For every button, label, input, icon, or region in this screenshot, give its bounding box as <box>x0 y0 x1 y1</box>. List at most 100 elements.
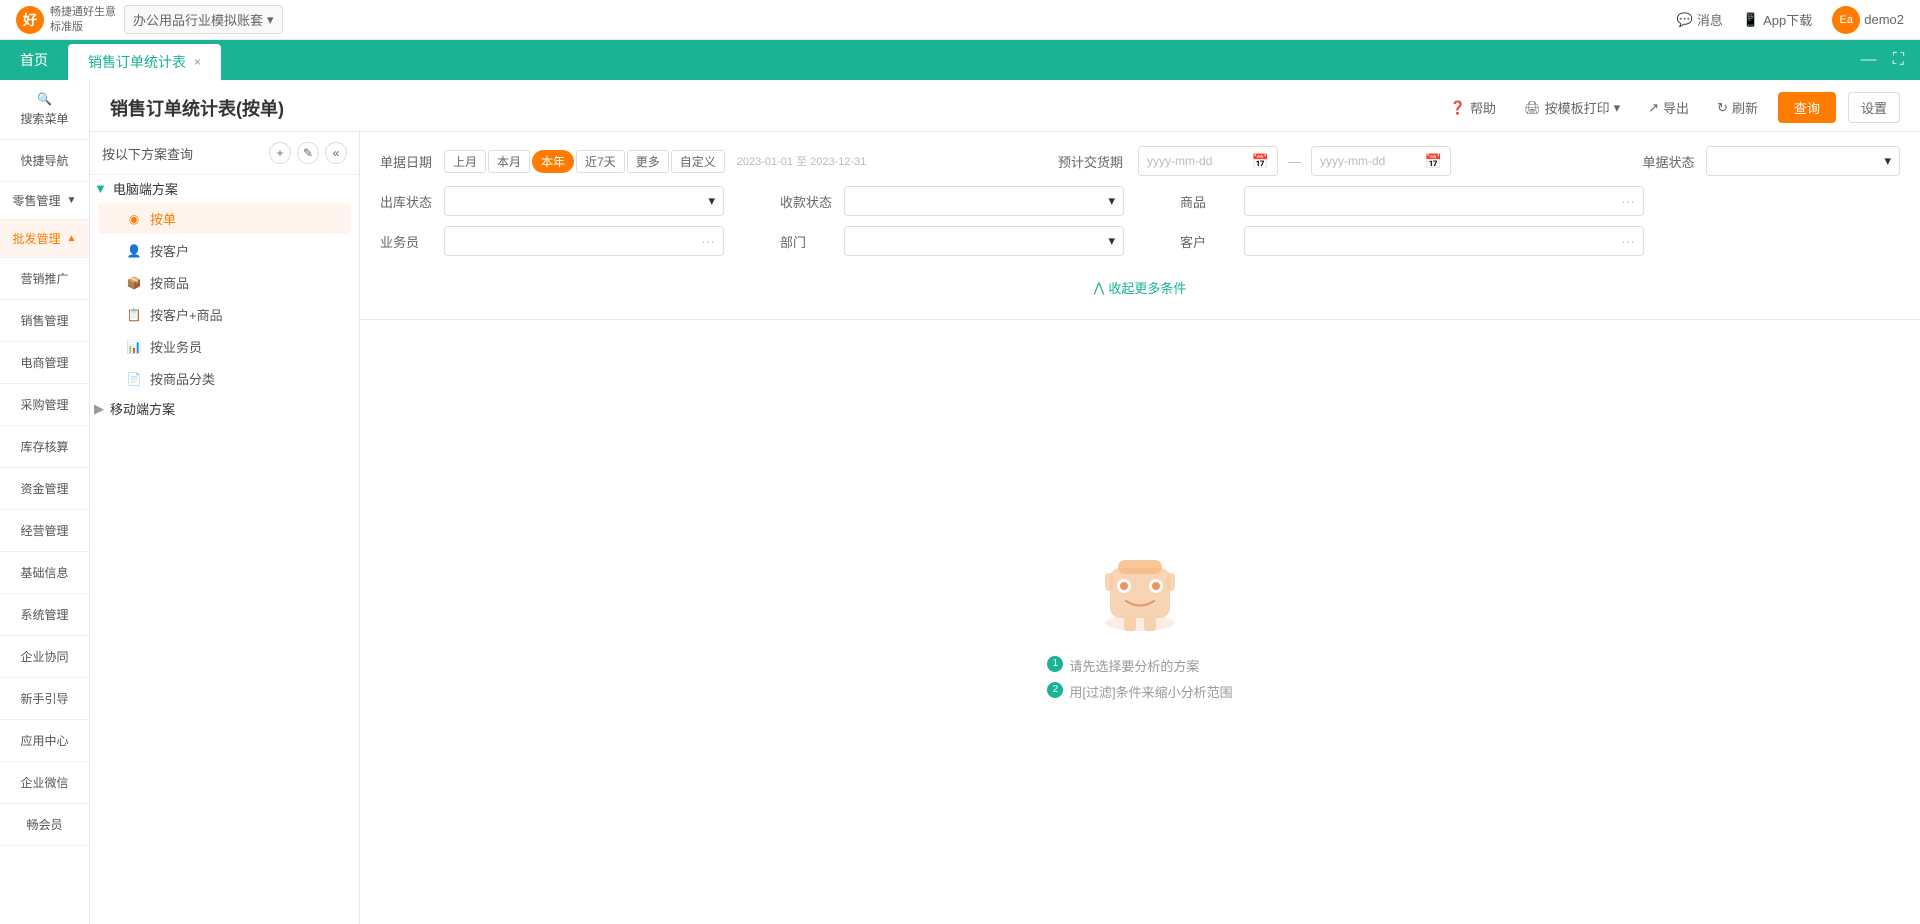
salesman-more-icon[interactable]: ··· <box>701 233 715 249</box>
scheme-item-by-order[interactable]: ◉ 按单 <box>98 203 351 234</box>
scheme-item-by-salesman[interactable]: 📊 按业务员 <box>98 331 351 362</box>
last-month-btn[interactable]: 上月 <box>444 150 486 173</box>
collection-status-select[interactable]: ▾ <box>844 186 1124 216</box>
chevron-down-icon-status: ▾ <box>1884 153 1891 169</box>
empty-state: 1 请先选择要分析的方案 2 用[过滤]条件来缩小分析范围 <box>1047 538 1232 706</box>
top-bar-left: 好 畅捷通好生意 标准版 办公用品行业模拟账套 ▾ <box>16 5 283 34</box>
out-status-label: 出库状态 <box>380 192 436 211</box>
sidebar-item-marketing[interactable]: 营销推广 <box>0 258 89 300</box>
scheme-item-by-customer-goods[interactable]: 📋 按客户+商品 <box>98 299 351 330</box>
sidebar-item-finance[interactable]: 资金管理 <box>0 468 89 510</box>
filter-area: 单据日期 上月 本月 本年 近7天 更多 自定义 2023-01-01 至 20… <box>360 132 1920 320</box>
result-area: 1 请先选择要分析的方案 2 用[过滤]条件来缩小分析范围 <box>360 320 1920 924</box>
print-button[interactable]: 🖨 按模板打印 ▾ <box>1516 94 1628 121</box>
filter-row-2: 出库状态 ▾ 收款状态 ▾ 商品 <box>380 186 1900 216</box>
scheme-header-icons: + ✎ « <box>269 142 347 164</box>
top-bar: 好 畅捷通好生意 标准版 办公用品行业模拟账套 ▾ 💬 消息 📱 App下载 E… <box>0 0 1920 40</box>
tab-close-icon[interactable]: × <box>194 55 201 69</box>
logo-area: 好 畅捷通好生意 标准版 <box>16 5 116 34</box>
expected-date-start[interactable]: yyyy-mm-dd 📅 <box>1138 146 1278 176</box>
tip-item-2: 2 用[过滤]条件来缩小分析范围 <box>1047 680 1232 706</box>
sidebar-search[interactable]: 🔍 搜索菜单 <box>0 80 89 140</box>
goods-select[interactable]: ··· <box>1244 186 1644 216</box>
settings-button[interactable]: 设置 <box>1848 92 1900 123</box>
logo-icon: 好 <box>16 6 44 34</box>
chevron-down-icon: ▾ <box>1614 100 1621 116</box>
doc-status-label: 单据状态 <box>1642 152 1698 171</box>
date-range-sub: 2023-01-01 至 2023-12-31 <box>737 153 867 169</box>
message-button[interactable]: 💬 消息 <box>1677 10 1723 29</box>
sidebar-item-operations[interactable]: 经营管理 <box>0 510 89 552</box>
sidebar-item-basic-info[interactable]: 基础信息 <box>0 552 89 594</box>
maximize-icon[interactable]: ⛶ <box>1889 47 1908 73</box>
edit-scheme-button[interactable]: ✎ <box>297 142 319 164</box>
mobile-section-title[interactable]: ▶ 移动端方案 <box>94 395 355 422</box>
chevron-down-icon: ▾ <box>267 12 274 28</box>
filter-row-3: 业务员 ··· 部门 ▾ 客户 <box>380 226 1900 256</box>
salesman-select[interactable]: ··· <box>444 226 724 256</box>
sidebar-item-system[interactable]: 系统管理 <box>0 594 89 636</box>
sidebar-item-newbie[interactable]: 新手引导 <box>0 678 89 720</box>
export-icon: ↗ <box>1648 100 1659 116</box>
add-scheme-button[interactable]: + <box>269 142 291 164</box>
doc-status-select[interactable]: ▾ <box>1706 146 1900 176</box>
out-status-select[interactable]: ▾ <box>444 186 724 216</box>
last7-btn[interactable]: 近7天 <box>576 150 625 173</box>
sidebar-item-purchase[interactable]: 采购管理 <box>0 384 89 426</box>
export-button[interactable]: ↗ 导出 <box>1640 94 1697 121</box>
refresh-button[interactable]: ↻ 刷新 <box>1709 94 1766 121</box>
sidebar-item-enterprise[interactable]: 企业协同 <box>0 636 89 678</box>
chevron-up-icon: ▲ <box>67 233 77 244</box>
expected-date-end[interactable]: yyyy-mm-dd 📅 <box>1311 146 1451 176</box>
sidebar-item-app-center[interactable]: 应用中心 <box>0 720 89 762</box>
tip-item-1: 1 请先选择要分析的方案 <box>1047 654 1232 680</box>
more-btn[interactable]: 更多 <box>627 150 669 173</box>
scheme-item-by-customer[interactable]: 👤 按客户 <box>98 235 351 266</box>
content-area: 销售订单统计表(按单) ❓ 帮助 🖨 按模板打印 ▾ ↗ 导出 ↻ 刷新 <box>90 80 1920 924</box>
tab-home[interactable]: 首页 <box>0 40 68 80</box>
logo-text: 畅捷通好生意 标准版 <box>50 5 116 34</box>
empty-tips: 1 请先选择要分析的方案 2 用[过滤]条件来缩小分析范围 <box>1047 654 1232 706</box>
top-bar-right: 💬 消息 📱 App下载 Ea demo2 <box>1677 6 1904 34</box>
user-area[interactable]: Ea demo2 <box>1832 6 1904 34</box>
sidebar-item-enterprise-wechat[interactable]: 企业微信 <box>0 762 89 804</box>
department-select[interactable]: ▾ <box>844 226 1124 256</box>
customer-select[interactable]: ··· <box>1244 226 1644 256</box>
help-button[interactable]: ❓ 帮助 <box>1442 94 1504 121</box>
minimize-icon[interactable]: — <box>1857 47 1881 73</box>
sidebar-item-ecommerce[interactable]: 电商管理 <box>0 342 89 384</box>
chevron-down-icon-dept: ▾ <box>1108 233 1115 249</box>
goods-more-icon[interactable]: ··· <box>1621 193 1635 209</box>
this-year-btn[interactable]: 本年 <box>532 150 574 173</box>
scheme-icon-order: ◉ <box>126 211 142 227</box>
pc-section-title[interactable]: ▼ 电脑端方案 <box>94 175 355 202</box>
customer-more-icon[interactable]: ··· <box>1621 233 1635 249</box>
header-actions: ❓ 帮助 🖨 按模板打印 ▾ ↗ 导出 ↻ 刷新 查询 设置 <box>1442 92 1900 123</box>
app-selector[interactable]: 办公用品行业模拟账套 ▾ <box>124 5 283 34</box>
query-button[interactable]: 查询 <box>1778 92 1836 123</box>
page-title: 销售订单统计表(按单) <box>110 95 284 121</box>
sidebar-item-member[interactable]: 畅会员 <box>0 804 89 846</box>
scheme-header: 按以下方案查询 + ✎ « <box>90 132 359 175</box>
mobile-schemes: ▶ 移动端方案 <box>90 395 359 422</box>
sidebar-item-wholesale[interactable]: 批发管理 ▲ <box>0 220 89 258</box>
sidebar-item-inventory[interactable]: 库存核算 <box>0 426 89 468</box>
collapse-scheme-button[interactable]: « <box>325 142 347 164</box>
collapse-button[interactable]: ⋀ 收起更多条件 <box>1094 270 1187 305</box>
refresh-icon: ↻ <box>1717 100 1728 116</box>
scheme-item-by-goods[interactable]: 📦 按商品 <box>98 267 351 298</box>
goods-label: 商品 <box>1180 192 1236 211</box>
collapse-icon: ⋀ <box>1094 280 1105 296</box>
sidebar-item-quick-nav[interactable]: 快捷导航 <box>0 140 89 182</box>
app-download-button[interactable]: 📱 App下载 <box>1743 10 1812 29</box>
sidebar-item-retail[interactable]: 零售管理 ▼ <box>0 182 89 220</box>
scheme-icon-customer-goods: 📋 <box>126 307 142 323</box>
tab-sales-order-stats[interactable]: 销售订单统计表 × <box>68 44 221 80</box>
this-month-btn[interactable]: 本月 <box>488 150 530 173</box>
chevron-down-icon-collect: ▾ <box>1108 193 1115 209</box>
custom-btn[interactable]: 自定义 <box>671 150 725 173</box>
sidebar-item-sales[interactable]: 销售管理 <box>0 300 89 342</box>
department-label: 部门 <box>780 232 836 251</box>
scheme-item-by-category[interactable]: 📄 按商品分类 <box>98 363 351 394</box>
scheme-icon-category: 📄 <box>126 371 142 387</box>
